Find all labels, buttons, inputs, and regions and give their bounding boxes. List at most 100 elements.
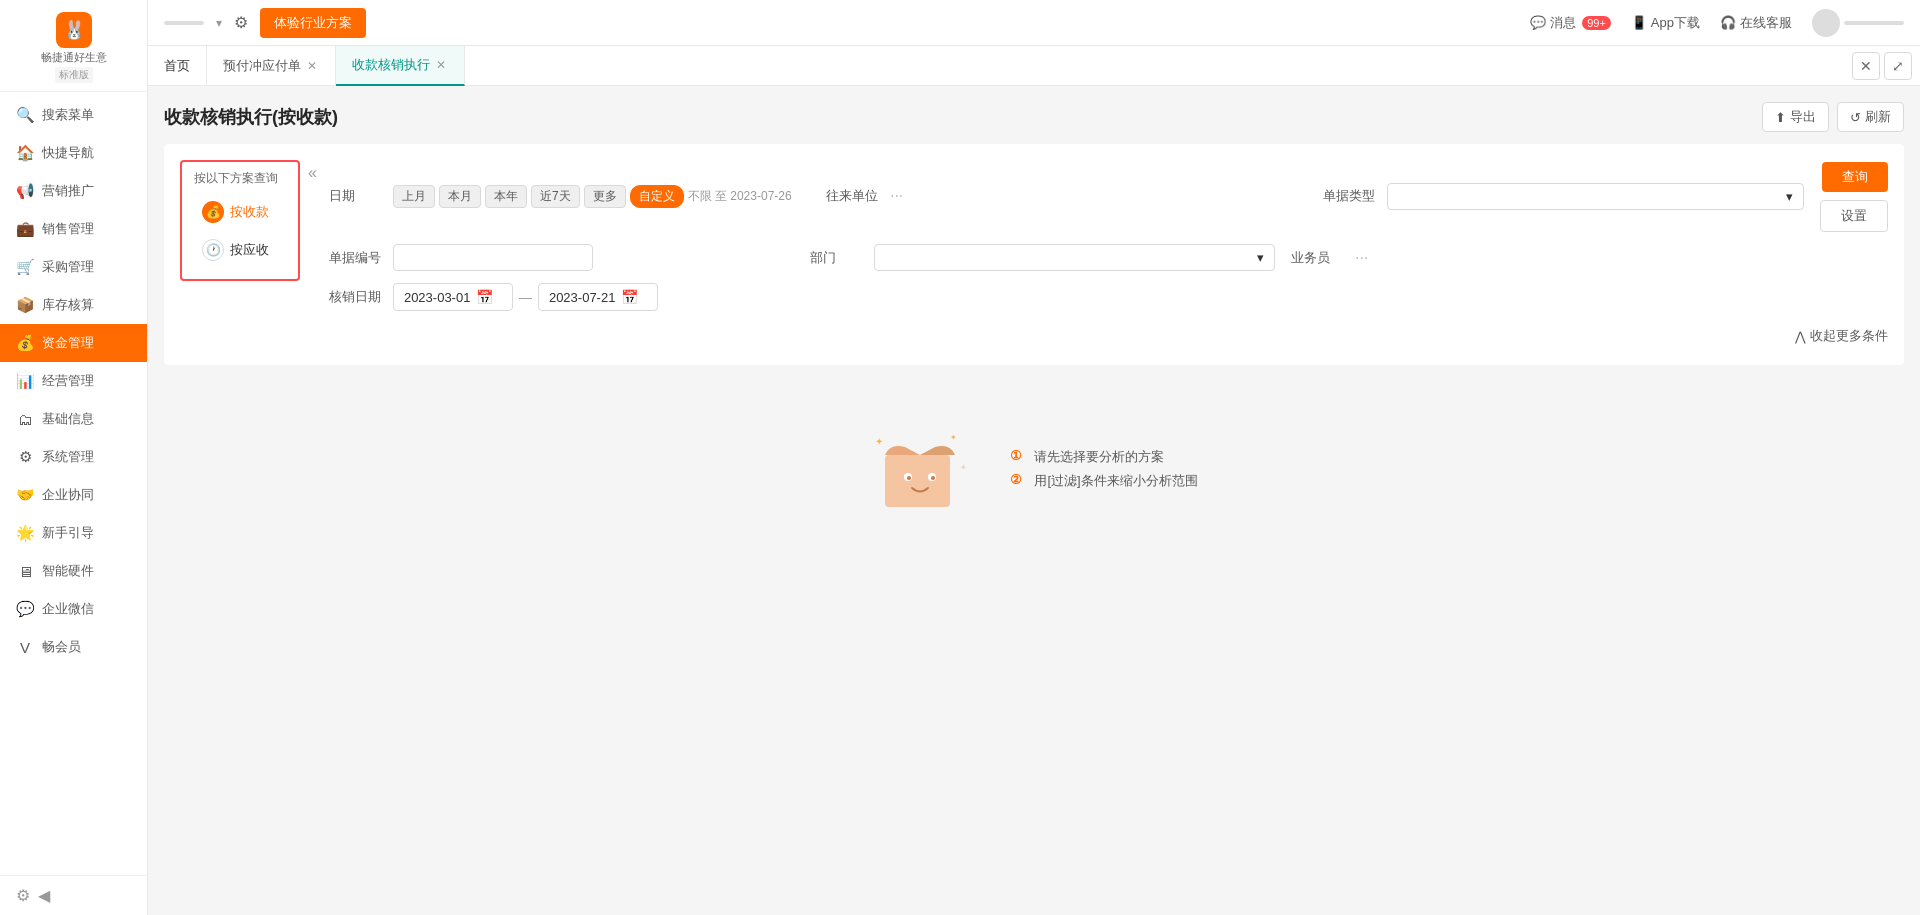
system-icon: ⚙ (16, 448, 34, 466)
tab-prepay-close-icon[interactable]: ✕ (305, 57, 319, 75)
sidebar-item-finance[interactable]: 💰 资金管理 (0, 324, 147, 362)
online-service-button[interactable]: 🎧 在线客服 (1720, 14, 1792, 32)
filter-option-by-receipt[interactable]: 💰 按收款 (194, 195, 286, 229)
shortcut-custom[interactable]: 自定义 (630, 185, 684, 208)
content-area: 收款核销执行(按收款) ⬆ 导出 ↺ 刷新 按以下方案查询 💰 (148, 86, 1920, 915)
shortcut-this-month[interactable]: 本月 (439, 185, 481, 208)
sidebar-item-basic[interactable]: 🗂 基础信息 (0, 400, 147, 438)
staff-field: 业务员 ··· (1291, 249, 1756, 267)
svg-text:✦: ✦ (950, 433, 957, 442)
solution-button[interactable]: 体验行业方案 (260, 8, 366, 38)
voucher-no-input[interactable] (393, 244, 593, 271)
collapse-more-button[interactable]: ⋀ 收起更多条件 (329, 323, 1888, 349)
empty-hint-2: ② 用[过滤]条件来缩小分析范围 (1010, 472, 1197, 490)
settings-icon[interactable]: ⚙ (16, 886, 30, 905)
sidebar-item-hardware[interactable]: 🖥 智能硬件 (0, 552, 147, 590)
collapse-filter-icon[interactable]: « (308, 160, 317, 182)
voucher-type-label: 单据类型 (1323, 187, 1379, 205)
home-icon: 🏠 (16, 144, 34, 162)
counterpart-label: 往来单位 (826, 187, 882, 205)
member-icon: V (16, 639, 34, 656)
sidebar-item-sales[interactable]: 💼 销售管理 (0, 210, 147, 248)
export-icon: ⬆ (1775, 110, 1786, 125)
service-icon: 🎧 (1720, 15, 1736, 30)
writeoff-date-label: 核销日期 (329, 288, 385, 306)
message-icon: 💬 (1530, 15, 1546, 30)
svg-text:✦: ✦ (875, 436, 883, 447)
collapse-sidebar-icon[interactable]: ◀ (38, 886, 50, 905)
maximize-tab-icon[interactable]: ⤢ (1884, 52, 1912, 80)
query-button[interactable]: 查询 (1822, 162, 1888, 192)
filter-row-2: 单据编号 部门 ▾ 业务员 ··· (329, 244, 1888, 271)
counterpart-input[interactable]: ··· (890, 187, 903, 205)
search-icon: 🔍 (16, 106, 34, 124)
calendar-icon: 📅 (621, 289, 638, 305)
writeoff-date-field: 核销日期 2023-03-01 📅 — 2023-07-21 📅 (329, 283, 1888, 311)
tab-prepay[interactable]: 预付冲应付单 ✕ (207, 46, 336, 86)
user-info[interactable] (1812, 9, 1904, 37)
shortcut-last-month[interactable]: 上月 (393, 185, 435, 208)
voucher-no-field: 单据编号 (329, 244, 794, 271)
shortcut-7days[interactable]: 近7天 (531, 185, 580, 208)
settings-button[interactable]: 设置 (1820, 200, 1888, 232)
sidebar: 🐰 畅捷通好生意 标准版 🔍 搜索菜单 🏠 快捷导航 📢 营销推广 💼 销售管理… (0, 0, 148, 915)
basic-icon: 🗂 (16, 411, 34, 428)
sidebar-item-marketing[interactable]: 📢 营销推广 (0, 172, 147, 210)
dept-select[interactable]: ▾ (874, 244, 1275, 271)
tab-receipt-writeoff[interactable]: 收款核销执行 ✕ (336, 46, 465, 86)
empty-hint-2-text: 用[过滤]条件来缩小分析范围 (1034, 472, 1197, 490)
hardware-icon: 🖥 (16, 563, 34, 580)
close-tab-icon[interactable]: ✕ (1852, 52, 1880, 80)
staff-input[interactable]: ··· (1355, 249, 1368, 267)
calendar-icon: 📅 (476, 289, 493, 305)
chevron-down-icon[interactable]: ▾ (216, 16, 222, 30)
app-download-button[interactable]: 📱 App下载 (1631, 14, 1700, 32)
sidebar-item-guide[interactable]: 🌟 新手引导 (0, 514, 147, 552)
shortcut-this-year[interactable]: 本年 (485, 185, 527, 208)
sidebar-item-label: 快捷导航 (42, 144, 94, 162)
voucher-type-field: 单据类型 ▾ (1323, 183, 1804, 210)
sidebar-item-purchase[interactable]: 🛒 采购管理 (0, 248, 147, 286)
sidebar-item-label: 企业协同 (42, 486, 94, 504)
sidebar-item-member[interactable]: V 畅会员 (0, 628, 147, 666)
header-brand (164, 21, 204, 25)
gear-icon[interactable]: ⚙ (234, 13, 248, 32)
sidebar-item-inventory[interactable]: 📦 库存核算 (0, 286, 147, 324)
sidebar-item-search[interactable]: 🔍 搜索菜单 (0, 96, 147, 134)
sidebar-item-wechat[interactable]: 💬 企业微信 (0, 590, 147, 628)
username-blurred (1844, 21, 1904, 25)
sidebar-item-operation[interactable]: 📊 经营管理 (0, 362, 147, 400)
collapse-label: 收起更多条件 (1810, 327, 1888, 345)
enterprise-icon: 🤝 (16, 486, 34, 504)
filter-scheme-title: 按以下方案查询 (194, 170, 286, 187)
sidebar-item-label: 营销推广 (42, 182, 94, 200)
tab-home-label: 首页 (164, 57, 190, 75)
sidebar-item-quicknav[interactable]: 🏠 快捷导航 (0, 134, 147, 172)
message-button[interactable]: 💬 消息 99+ (1530, 14, 1611, 32)
filter-fields: 日期 上月 本月 本年 近7天 更多 自定义 不限 至 2023-07-26 往… (329, 160, 1888, 349)
header-right: 💬 消息 99+ 📱 App下载 🎧 在线客服 (1530, 9, 1904, 37)
export-button[interactable]: ⬆ 导出 (1762, 102, 1829, 132)
sidebar-item-enterprise[interactable]: 🤝 企业协同 (0, 476, 147, 514)
date-range-display: 不限 至 2023-07-26 (688, 188, 792, 205)
sidebar-item-label: 销售管理 (42, 220, 94, 238)
writeoff-date-end-picker[interactable]: 2023-07-21 📅 (538, 283, 658, 311)
sidebar-item-label: 资金管理 (42, 334, 94, 352)
page-actions: ⬆ 导出 ↺ 刷新 (1762, 102, 1904, 132)
sidebar-item-label: 经营管理 (42, 372, 94, 390)
wechat-icon: 💬 (16, 600, 34, 618)
shortcut-more[interactable]: 更多 (584, 185, 626, 208)
tab-home[interactable]: 首页 (148, 46, 207, 86)
filter-option-by-receivable[interactable]: 🕐 按应收 (194, 233, 286, 267)
refresh-button[interactable]: ↺ 刷新 (1837, 102, 1904, 132)
tab-receipt-writeoff-close-icon[interactable]: ✕ (434, 56, 448, 74)
voucher-type-select[interactable]: ▾ (1387, 183, 1804, 210)
brand-blurred-text (164, 21, 204, 25)
refresh-icon: ↺ (1850, 110, 1861, 125)
writeoff-date-start-picker[interactable]: 2023-03-01 📅 (393, 283, 513, 311)
sidebar-item-system[interactable]: ⚙ 系统管理 (0, 438, 147, 476)
sidebar-nav: 🔍 搜索菜单 🏠 快捷导航 📢 营销推广 💼 销售管理 🛒 采购管理 📦 库存核… (0, 92, 147, 875)
app-version: 标准版 (55, 67, 93, 83)
dept-label: 部门 (810, 249, 866, 267)
sidebar-item-label: 新手引导 (42, 524, 94, 542)
